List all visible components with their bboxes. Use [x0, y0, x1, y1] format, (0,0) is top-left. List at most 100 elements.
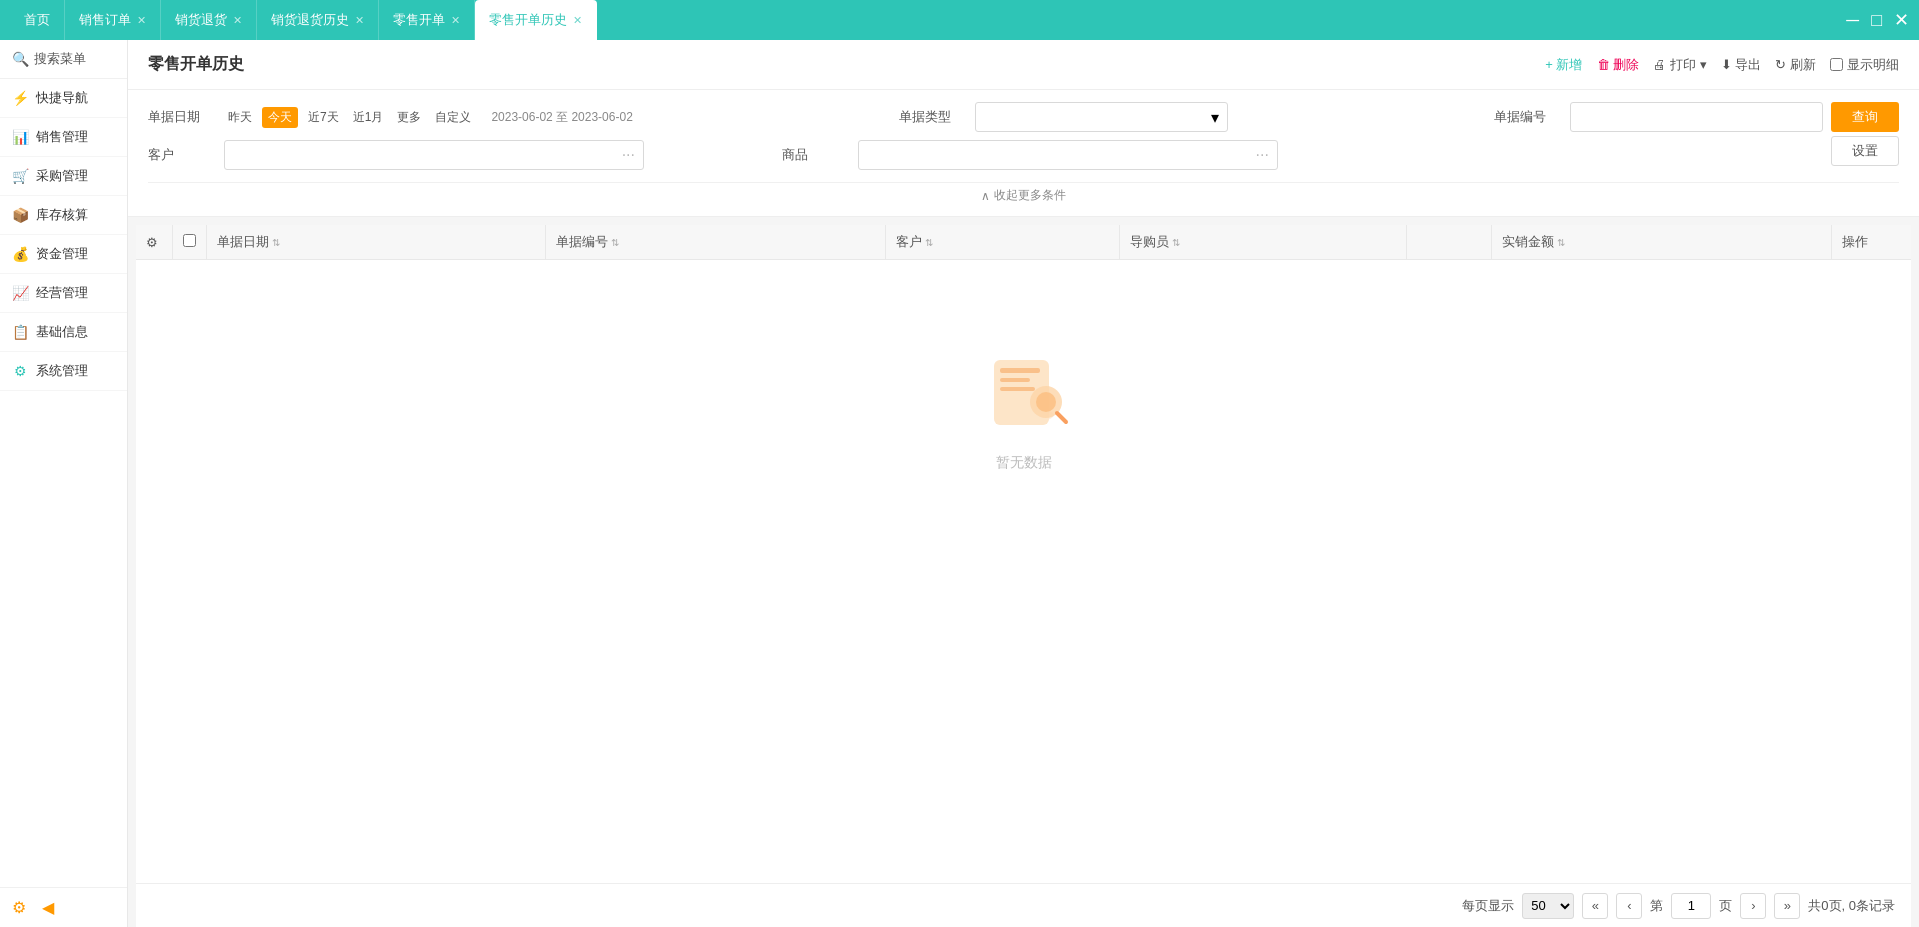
th-date-sort[interactable]: 单据日期 ⇅ [217, 233, 536, 251]
filter-date-buttons: 昨天 今天 近7天 近1月 更多 自定义 [224, 107, 475, 128]
display-detail-checkbox[interactable] [1830, 58, 1843, 71]
total-text: 共0页, 0条记录 [1808, 897, 1895, 915]
sidebar-settings-btn[interactable]: ⚙ [12, 898, 26, 917]
sidebar: 🔍 搜索菜单 ⚡ 快捷导航 📊 销售管理 🛒 采购管理 📦 库存核算 💰 资金管… [0, 40, 128, 927]
purchase-icon: 🛒 [12, 168, 28, 184]
svg-point-6 [1036, 392, 1056, 412]
number-sort-icon: ⇅ [611, 237, 619, 248]
operations-icon: 📈 [12, 285, 28, 301]
svg-line-7 [1057, 413, 1066, 422]
date-btn-custom[interactable]: 自定义 [431, 107, 475, 128]
customer-select[interactable]: ··· [224, 140, 644, 170]
window-min-button[interactable]: ─ [1846, 10, 1859, 31]
prev-page-button[interactable]: ‹ [1616, 893, 1642, 919]
print-dropdown-icon[interactable]: ▾ [1700, 57, 1707, 72]
goods-select[interactable]: ··· [858, 140, 1278, 170]
th-guide[interactable]: 导购员 ⇅ [1120, 225, 1407, 260]
window-max-button[interactable]: □ [1871, 10, 1882, 31]
sidebar-item-system[interactable]: ⚙ 系统管理 [0, 352, 127, 391]
delete-button[interactable]: 🗑 删除 [1597, 56, 1640, 74]
sidebar-item-inventory[interactable]: 📦 库存核算 [0, 196, 127, 235]
prev-page-icon: ‹ [1627, 898, 1631, 913]
tab-close-sales-return-history[interactable]: ✕ [355, 14, 364, 27]
sidebar-item-basic-info[interactable]: 📋 基础信息 [0, 313, 127, 352]
th-customer-sort[interactable]: 客户 ⇅ [896, 233, 1109, 251]
tab-sales-order[interactable]: 销售订单 ✕ [65, 0, 161, 40]
sidebar-item-operations[interactable]: 📈 经营管理 [0, 274, 127, 313]
sales-icon: 📊 [12, 129, 28, 145]
number-label: 单据编号 [1494, 108, 1554, 126]
th-date[interactable]: 单据日期 ⇅ [206, 225, 546, 260]
th-settings[interactable]: ⚙ [136, 225, 172, 260]
date-btn-7days[interactable]: 近7天 [304, 107, 343, 128]
goods-dots[interactable]: ··· [1255, 146, 1268, 164]
content-area: 零售开单历史 + 新增 🗑 删除 🖨 打印 ▾ ⬇ 导出 ↻ 刷新 [128, 40, 1919, 927]
svg-rect-3 [1000, 378, 1030, 382]
customer-label: 客户 [148, 146, 208, 164]
empty-text: 暂无数据 [996, 454, 1052, 472]
empty-icon [974, 340, 1074, 440]
select-all-checkbox[interactable] [183, 234, 196, 247]
type-select[interactable]: ▾ [975, 102, 1228, 132]
date-btn-today[interactable]: 今天 [262, 107, 298, 128]
tab-home[interactable]: 首页 [10, 0, 65, 40]
th-customer[interactable]: 客户 ⇅ [885, 225, 1119, 260]
tab-close-retail-history[interactable]: ✕ [573, 14, 582, 27]
sidebar-item-purchase[interactable]: 🛒 采购管理 [0, 157, 127, 196]
filter-area: 单据日期 昨天 今天 近7天 近1月 更多 自定义 2023-06-02 至 2… [128, 90, 1919, 217]
tab-close-retail-order[interactable]: ✕ [451, 14, 460, 27]
svg-rect-2 [1000, 368, 1040, 373]
next-page-icon: › [1751, 898, 1755, 913]
sidebar-search[interactable]: 🔍 搜索菜单 [0, 40, 127, 79]
window-close-button[interactable]: ✕ [1894, 9, 1909, 31]
page-of-label: 页 [1719, 897, 1732, 915]
th-number-sort[interactable]: 单据编号 ⇅ [556, 233, 875, 251]
data-table: ⚙ 单据日期 ⇅ 单据编号 [136, 225, 1911, 552]
quicknav-icon: ⚡ [12, 90, 28, 106]
table-settings-icon[interactable]: ⚙ [146, 235, 158, 250]
add-button[interactable]: + 新增 [1545, 56, 1582, 74]
table-header: ⚙ 单据日期 ⇅ 单据编号 [136, 225, 1911, 260]
th-number[interactable]: 单据编号 ⇅ [546, 225, 886, 260]
svg-rect-4 [1000, 387, 1035, 391]
number-input[interactable] [1570, 102, 1823, 132]
date-btn-more[interactable]: 更多 [393, 107, 425, 128]
th-guide-sort[interactable]: 导购员 ⇅ [1130, 233, 1396, 251]
tab-retail-order[interactable]: 零售开单 ✕ [379, 0, 475, 40]
display-detail-checkbox-wrapper[interactable]: 显示明细 [1830, 56, 1899, 74]
print-button[interactable]: 🖨 打印 ▾ [1653, 56, 1707, 74]
th-amount[interactable]: 实销金额 ⇅ [1491, 225, 1831, 260]
sidebar-collapse-btn[interactable]: ◀ [42, 898, 54, 917]
customer-dots[interactable]: ··· [622, 146, 635, 164]
th-amount-sort[interactable]: 实销金额 ⇅ [1502, 233, 1821, 251]
export-button[interactable]: ⬇ 导出 [1721, 56, 1762, 74]
date-btn-yesterday[interactable]: 昨天 [224, 107, 256, 128]
collapse-bar: ∧ 收起更多条件 [148, 182, 1899, 208]
pagination-bar: 每页显示 50 10 20 100 « ‹ 第 页 › » 共0页, 0条记录 [136, 883, 1911, 927]
collapse-button[interactable]: ∧ 收起更多条件 [981, 187, 1066, 204]
header-actions: + 新增 🗑 删除 🖨 打印 ▾ ⬇ 导出 ↻ 刷新 显示明细 [1545, 56, 1899, 74]
query-button[interactable]: 查询 [1831, 102, 1899, 132]
first-page-button[interactable]: « [1582, 893, 1608, 919]
top-bar: 首页 销售订单 ✕ 销货退货 ✕ 销货退货历史 ✕ 零售开单 ✕ 零售开单历史 … [0, 0, 1919, 40]
filter-section: 单据日期 昨天 今天 近7天 近1月 更多 自定义 2023-06-02 至 2… [148, 102, 1899, 178]
sidebar-item-sales[interactable]: 📊 销售管理 [0, 118, 127, 157]
th-checkbox[interactable] [172, 225, 206, 260]
last-page-icon: » [1784, 898, 1791, 913]
last-page-button[interactable]: » [1774, 893, 1800, 919]
next-page-button[interactable]: › [1740, 893, 1766, 919]
page-number-input[interactable] [1671, 893, 1711, 919]
tab-close-sales-return[interactable]: ✕ [233, 14, 242, 27]
tab-sales-return-history[interactable]: 销货退货历史 ✕ [257, 0, 379, 40]
per-page-select[interactable]: 50 10 20 100 [1522, 893, 1574, 919]
type-label: 单据类型 [899, 108, 959, 126]
tab-close-sales-order[interactable]: ✕ [137, 14, 146, 27]
tab-sales-return[interactable]: 销货退货 ✕ [161, 0, 257, 40]
sidebar-item-finance[interactable]: 💰 资金管理 [0, 235, 127, 274]
tab-retail-history[interactable]: 零售开单历史 ✕ [475, 0, 597, 40]
sidebar-item-quicknav[interactable]: ⚡ 快捷导航 [0, 79, 127, 118]
filter-row-1: 单据日期 昨天 今天 近7天 近1月 更多 自定义 2023-06-02 至 2… [148, 102, 1823, 132]
date-btn-1month[interactable]: 近1月 [349, 107, 388, 128]
refresh-button[interactable]: ↻ 刷新 [1775, 56, 1816, 74]
settings-button[interactable]: 设置 [1831, 136, 1899, 166]
